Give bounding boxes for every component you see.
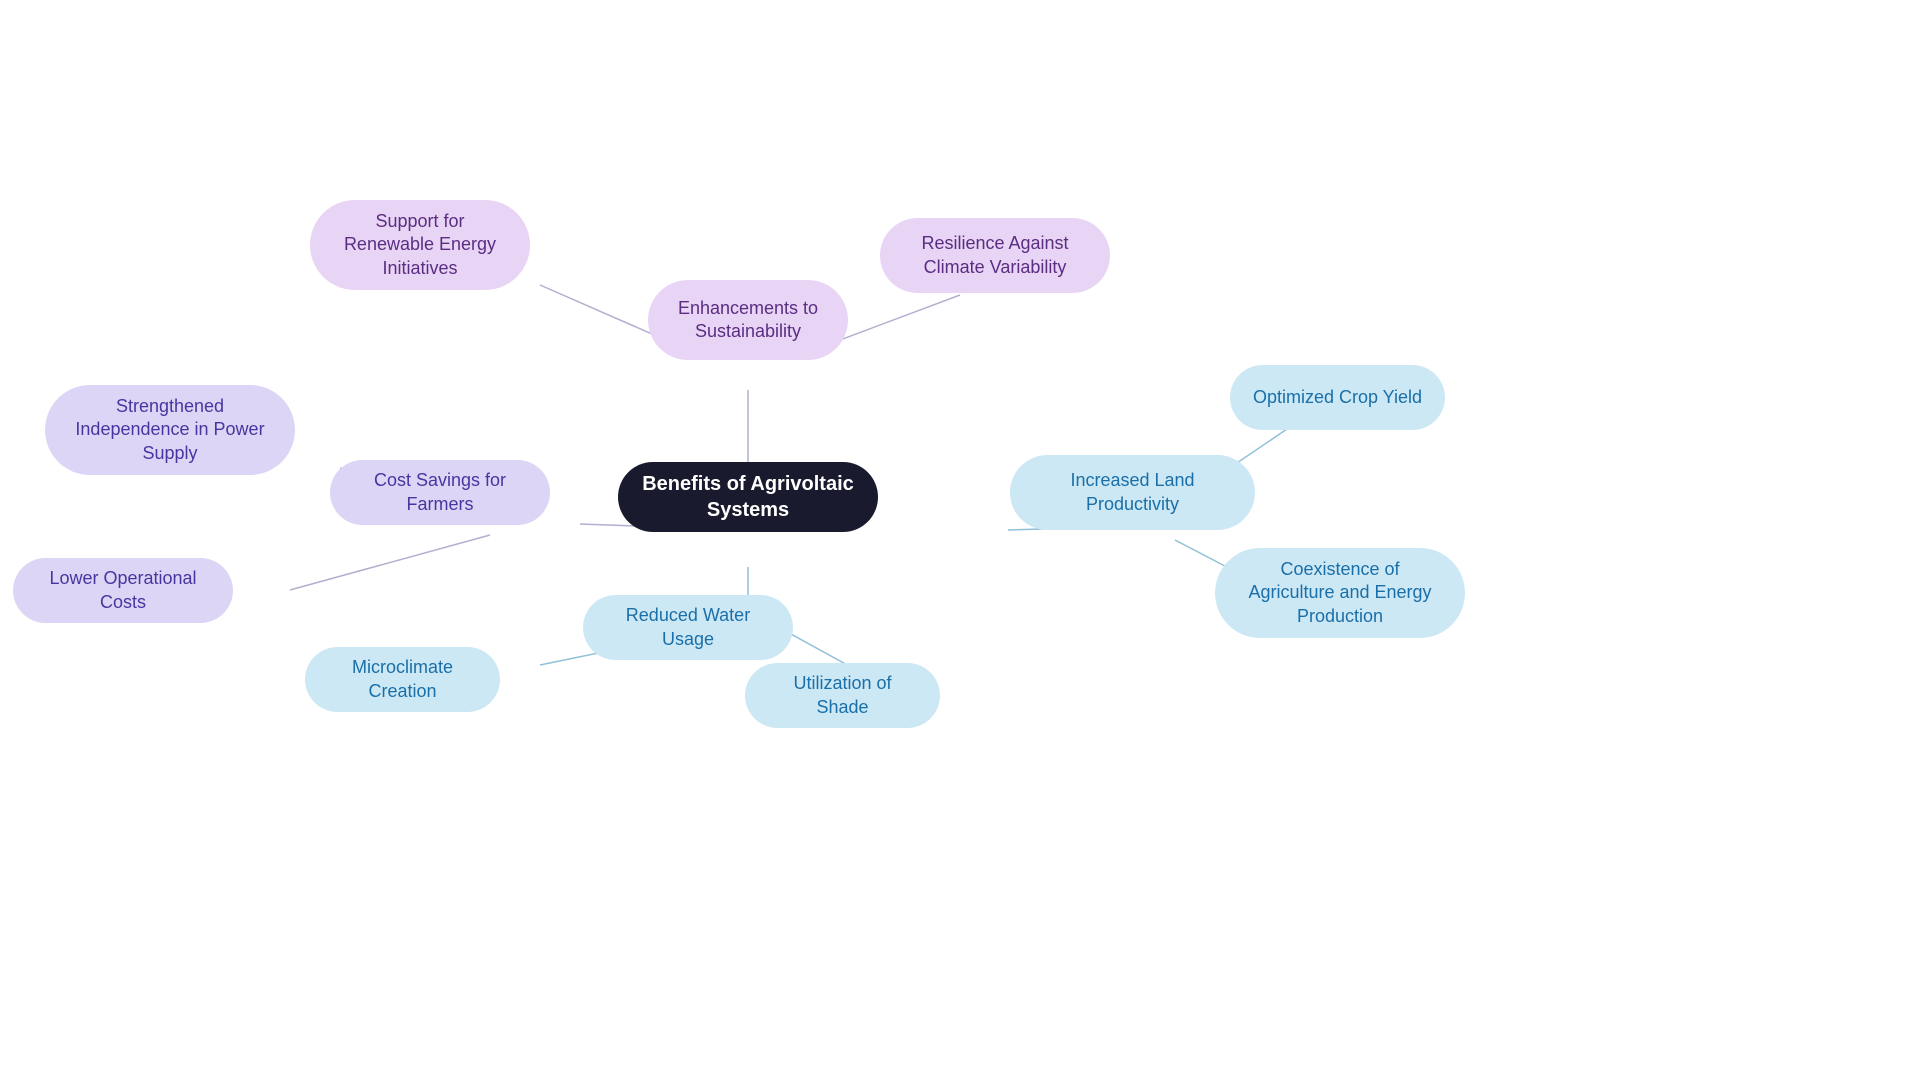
resilience-node: Resilience Against Climate Variability [880, 218, 1110, 293]
lower-costs-node: Lower Operational Costs [13, 558, 233, 623]
utilization-shade-node: Utilization of Shade [745, 663, 940, 728]
center-node: Benefits of Agrivoltaic Systems [618, 462, 878, 532]
coexistence-node: Coexistence of Agriculture and Energy Pr… [1215, 548, 1465, 638]
cost-savings-node: Cost Savings for Farmers [330, 460, 550, 525]
microclimate-node: Microclimate Creation [305, 647, 500, 712]
strengthened-node: Strengthened Independence in Power Suppl… [45, 385, 295, 475]
enhancements-node: Enhancements to Sustainability [648, 280, 848, 360]
optimized-crop-node: Optimized Crop Yield [1230, 365, 1445, 430]
increased-land-node: Increased Land Productivity [1010, 455, 1255, 530]
support-renewable-node: Support for Renewable Energy Initiatives [310, 200, 530, 290]
reduced-water-node: Reduced Water Usage [583, 595, 793, 660]
